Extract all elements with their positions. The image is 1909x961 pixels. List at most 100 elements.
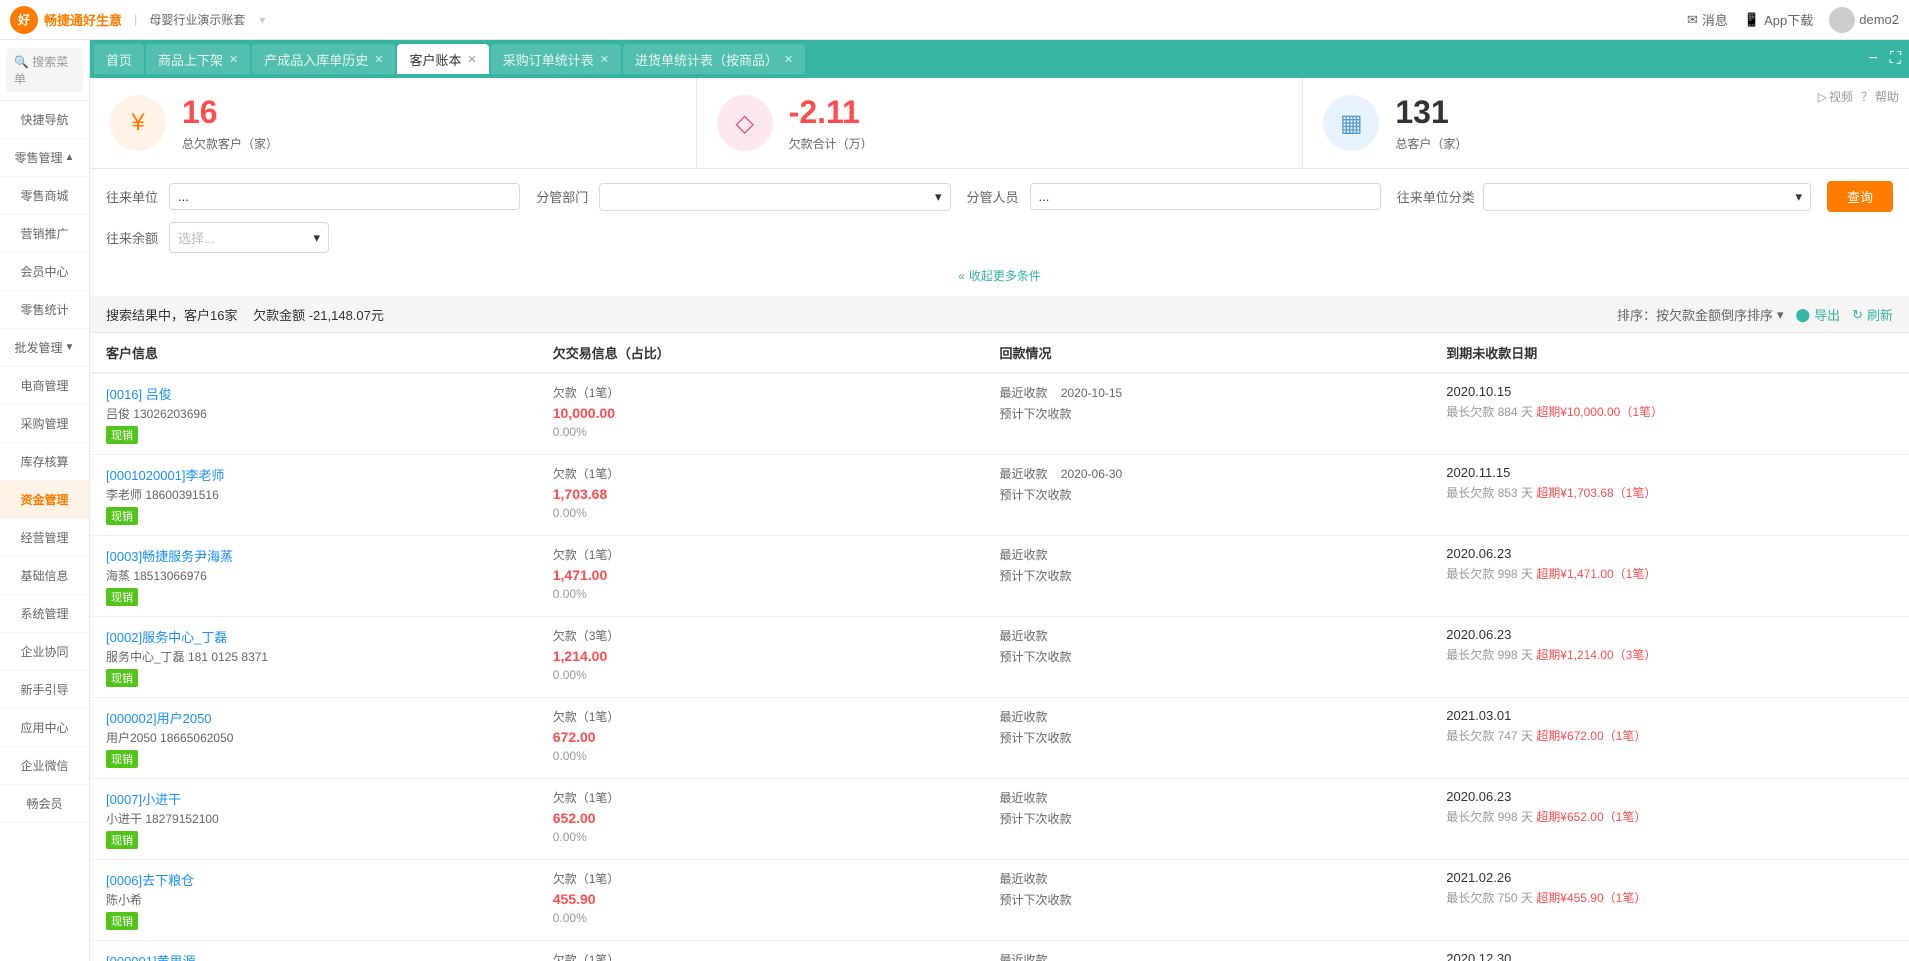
avatar <box>1829 7 1855 33</box>
tab-close-customer-account[interactable]: ✕ <box>468 53 477 66</box>
stat-label-overdue: 总欠款客户（家） <box>182 135 278 152</box>
customer-name-link[interactable]: [000001]黄思源 <box>106 954 196 961</box>
search-button[interactable]: 查询 <box>1827 181 1893 212</box>
overdue-detail-link[interactable]: 超期¥455.90（1笔） <box>1536 891 1646 905</box>
sidebar-item-retail-stats[interactable]: 零售统计 <box>0 291 89 329</box>
dropdown-icon: ▾ <box>313 230 320 246</box>
overdue-detail-link[interactable]: 超期¥652.00（1笔） <box>1536 810 1646 824</box>
branch-person-input[interactable]: ... <box>1030 183 1381 210</box>
tab-home[interactable]: 首页 <box>94 44 144 74</box>
logo-area: 好 畅捷通好生意 <box>10 6 122 34</box>
due-date-cell: 2020.11.15 最长欠款 853 天 超期¥1,703.68（1笔） <box>1446 465 1893 501</box>
refresh-button[interactable]: ↻ 刷新 <box>1852 305 1893 324</box>
messages-btn[interactable]: ✉ 消息 <box>1687 10 1728 29</box>
tab-production-history[interactable]: 产成品入库单历史 ✕ <box>252 44 395 74</box>
debt-info-cell: 欠款（1笔） 652.00 0.00% <box>553 789 1000 844</box>
sidebar-item-marketing[interactable]: 营销推广 <box>0 215 89 253</box>
sidebar-item-retail-mall[interactable]: 零售商城 <box>0 177 89 215</box>
sidebar-item-wechat[interactable]: 企业微信 <box>0 747 89 785</box>
search-menu-button[interactable]: 🔍 搜索菜单 <box>6 48 83 92</box>
sidebar-item-vip[interactable]: 畅会员 <box>0 785 89 823</box>
tab-purchase-summary[interactable]: 采购订单统计表 ✕ <box>491 44 621 74</box>
sidebar-item-system[interactable]: 系统管理 <box>0 595 89 633</box>
customer-name-link[interactable]: [0003]畅捷服务尹海蒸 <box>106 549 233 564</box>
table-row: [0007]小进干 小进干 18279152100 现销 欠款（1笔） 652.… <box>90 779 1909 860</box>
sidebar-item-inventory[interactable]: 库存核算 <box>0 443 89 481</box>
customer-contact: 陈小希 <box>106 891 553 908</box>
tab-product-listing[interactable]: 商品上下架 ✕ <box>146 44 250 74</box>
tab-minimize-btn[interactable]: − <box>1864 48 1881 70</box>
sidebar-item-label: 畅会员 <box>6 795 83 812</box>
sidebar-item-finance[interactable]: 资金管理 <box>0 481 89 519</box>
sidebar-item-label: 企业协同 <box>6 643 83 660</box>
sidebar-item-label: 零售管理 <box>15 149 63 166</box>
sidebar-item-label: 电商管理 <box>6 377 83 394</box>
tab-close-purchase-goods[interactable]: ✕ <box>784 53 793 66</box>
customer-name-link[interactable]: [000002]用户2050 <box>106 711 212 726</box>
collapse-row: « 收起更多条件 <box>106 263 1893 288</box>
stat-label-amount: 欠款合计（万） <box>789 135 873 152</box>
debt-info-cell: 欠款（1笔） 429.00 0.00% <box>553 951 1000 961</box>
sidebar-item-basic[interactable]: 基础信息 <box>0 557 89 595</box>
sidebar-item-operations[interactable]: 经营管理 <box>0 519 89 557</box>
sidebar-item-newbie[interactable]: 新手引导 <box>0 671 89 709</box>
overdue-detail-link[interactable]: 超期¥1,214.00（3笔） <box>1536 648 1656 662</box>
app-download-btn[interactable]: 📱 App下载 <box>1744 10 1813 29</box>
sidebar-item-app-center[interactable]: 应用中心 <box>0 709 89 747</box>
branch-dept-select[interactable]: ▾ <box>599 183 950 211</box>
debt-info-cell: 欠款（1笔） 1,703.68 0.00% <box>553 465 1000 520</box>
customer-name-link[interactable]: 吕俊 <box>146 387 172 402</box>
sidebar-item-purchase[interactable]: 采购管理 <box>0 405 89 443</box>
tab-purchase-goods[interactable]: 进货单统计表（按商品） ✕ <box>623 44 805 74</box>
overdue-detail-link[interactable]: 超期¥10,000.00（1笔） <box>1536 405 1663 419</box>
overdue-detail-link[interactable]: 超期¥1,471.00（1笔） <box>1536 567 1656 581</box>
debt-info-cell: 欠款（3笔） 1,214.00 0.00% <box>553 627 1000 682</box>
overdue-detail-link[interactable]: 超期¥1,703.68（1笔） <box>1536 486 1656 500</box>
unit-category-select[interactable]: ▾ <box>1483 183 1811 211</box>
sort-icon: ▾ <box>1777 307 1784 323</box>
customer-name-link[interactable]: [0006]去下粮仓 <box>106 873 194 888</box>
tenant-name: 母婴行业演示账套 <box>149 11 245 28</box>
sidebar-item-quick-nav[interactable]: 快捷导航 <box>0 101 89 139</box>
sidebar-item-ecommerce[interactable]: 电商管理 <box>0 367 89 405</box>
due-date-cell: 2021.02.26 最长欠款 750 天 超期¥455.90（1笔） <box>1446 870 1893 906</box>
tab-close-product-listing[interactable]: ✕ <box>229 53 238 66</box>
sidebar-item-label: 系统管理 <box>6 605 83 622</box>
customer-info-cell: [0001020001]李老师 李老师 18600391516 现销 <box>106 465 553 525</box>
collapse-button[interactable]: « 收起更多条件 <box>958 267 1041 284</box>
sidebar-search[interactable]: 🔍 搜索菜单 <box>0 40 89 101</box>
phone-icon: 📱 <box>1744 12 1760 28</box>
customer-info-cell: [000001]黄思源 黄思源 13552700226 现销 <box>106 951 553 961</box>
tab-maximize-btn[interactable]: ⛶ <box>1886 48 1905 70</box>
sidebar-item-batch-mgmt[interactable]: 批发管理 ▼ <box>0 329 89 367</box>
stat-info-overdue: 16 总欠款客户（家） <box>182 94 278 152</box>
customer-name-link[interactable]: [0002]服务中心_丁磊 <box>106 630 227 645</box>
search-field-branch-dept: 分管部门 ▾ <box>536 183 950 211</box>
help-btn[interactable]: ？ 帮助 <box>1861 88 1899 105</box>
tab-close-purchase-summary[interactable]: ✕ <box>600 53 609 66</box>
tab-close-production-history[interactable]: ✕ <box>374 53 383 66</box>
balance-select[interactable]: 选择... ▾ <box>169 222 329 253</box>
from-unit-input[interactable]: ... <box>169 183 520 210</box>
video-help-btn[interactable]: ▷ 视频 <box>1818 88 1853 105</box>
tab-home-label: 首页 <box>106 50 132 69</box>
due-date-cell: 2020.06.23 最长欠款 998 天 超期¥652.00（1笔） <box>1446 789 1893 825</box>
user-avatar-btn[interactable]: demo2 <box>1829 7 1899 33</box>
sidebar-item-label: 资金管理 <box>6 491 83 508</box>
overdue-detail-link[interactable]: 超期¥672.00（1笔） <box>1536 729 1646 743</box>
sidebar-item-retail-mgmt[interactable]: 零售管理 ▲ <box>0 139 89 177</box>
search-field-branch-person: 分管人员 ... <box>967 183 1381 210</box>
customer-contact: 小进干 18279152100 <box>106 810 553 827</box>
sidebar: 🔍 搜索菜单 快捷导航 零售管理 ▲ 零售商城 营销推广 会员中心 零售统计 批… <box>0 40 90 961</box>
sidebar-item-enterprise[interactable]: 企业协同 <box>0 633 89 671</box>
collection-cell: 最近收款 2020-10-15 预计下次收款 <box>1000 384 1447 422</box>
sort-button[interactable]: 排序：按欠款金额倒序排序 ▾ <box>1617 305 1784 324</box>
customer-name-link[interactable]: [0001020001]李老师 <box>106 468 225 483</box>
export-button[interactable]: ⬤ 导出 <box>1796 305 1841 324</box>
tenant-dropdown-icon[interactable]: ▾ <box>259 13 265 27</box>
tab-customer-account[interactable]: 客户账本 ✕ <box>397 44 488 74</box>
dropdown-icon: ▾ <box>1795 189 1802 205</box>
customer-tag: 现销 <box>106 669 138 687</box>
sidebar-item-member[interactable]: 会员中心 <box>0 253 89 291</box>
customer-name-link[interactable]: [0007]小进干 <box>106 792 181 807</box>
